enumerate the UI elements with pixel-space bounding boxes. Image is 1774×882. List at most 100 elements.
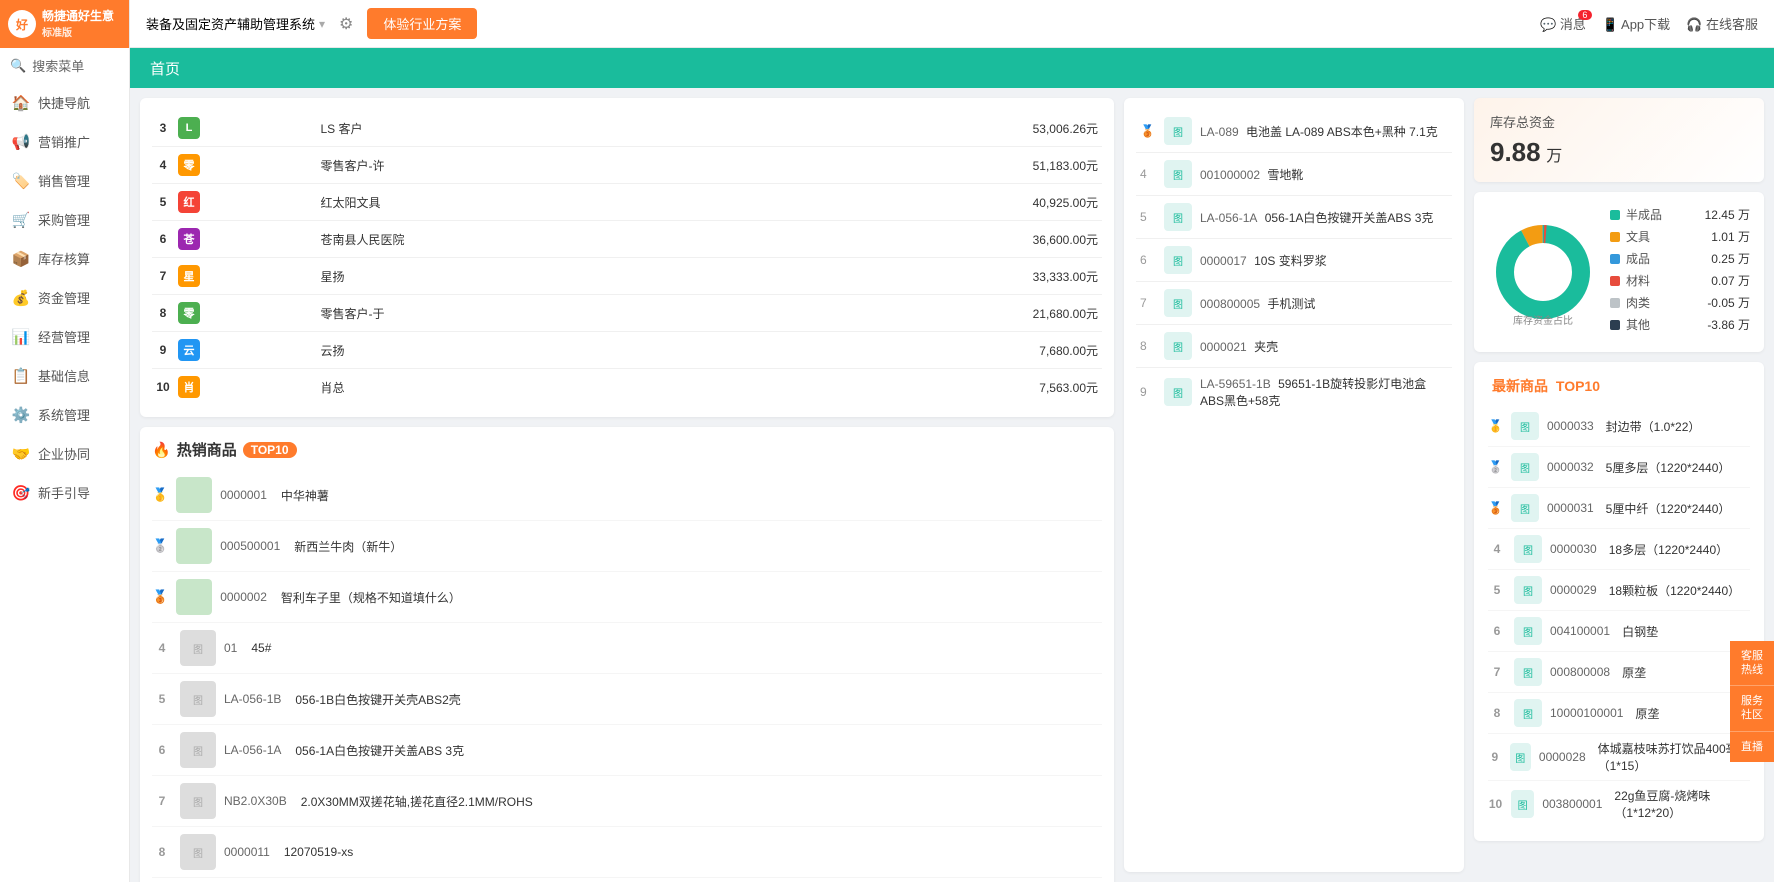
- cart-icon: 🛒: [12, 211, 30, 229]
- float-btn[interactable]: 客服 热线: [1730, 641, 1774, 687]
- product-name: 10S 变料罗浆: [1254, 254, 1327, 268]
- rank-badge: 云: [178, 339, 200, 361]
- legend-value: -3.86 万: [1707, 316, 1750, 333]
- list-item: 4 图 01 45#: [152, 623, 1102, 674]
- home-icon: 🏠: [12, 94, 30, 112]
- product-name: 电池盖 LA-089 ABS本色+黑种 7.1克: [1246, 125, 1438, 139]
- sidebar-item-corp[interactable]: 🤝 企业协同: [0, 434, 129, 473]
- sidebar: 好 畅捷通好生意 标准版 🔍 搜索菜单 🏠 快捷导航 📢 营销推广 🏷️ 销售管…: [0, 0, 130, 882]
- rank-number: 6: [152, 221, 174, 258]
- newest-products-list: 🥇 图 0000033 封边带（1.0*22） 🥈 图 0000032 5厘多层…: [1488, 406, 1750, 827]
- customer-amount: 36,600.00元: [753, 221, 1102, 258]
- rank-badge: 肖: [178, 376, 200, 398]
- product-image-placeholder: 图: [180, 681, 216, 717]
- product-name: 5厘中纤（1220*2440）: [1606, 500, 1731, 517]
- search-menu[interactable]: 🔍 搜索菜单: [0, 48, 129, 83]
- rank-badge: 零: [178, 302, 200, 324]
- page-header: 首页: [130, 48, 1774, 88]
- product-name: 原垄: [1635, 705, 1659, 722]
- table-row: 4 零 零售客户-许 51,183.00元: [152, 147, 1102, 184]
- system-select[interactable]: 装备及固定资产辅助管理系统 ▾: [146, 14, 325, 33]
- product-code: NB2.0X30B: [224, 794, 287, 808]
- sidebar-item-purchase[interactable]: 🛒 采购管理: [0, 200, 129, 239]
- float-btn[interactable]: 直播: [1730, 732, 1774, 762]
- sidebar-item-operation[interactable]: 📊 经营管理: [0, 317, 129, 356]
- sidebar-item-inventory[interactable]: 📦 库存核算: [0, 239, 129, 278]
- sidebar-item-finance[interactable]: 💰 资金管理: [0, 278, 129, 317]
- phone-icon: 📱: [1602, 17, 1618, 32]
- customer-name: 红太阳文具: [316, 184, 753, 221]
- product-code: LA-089: [1200, 125, 1239, 139]
- customer-name: 肖总: [316, 369, 753, 406]
- newest-products-title: 最新商品 TOP10: [1488, 376, 1750, 396]
- list-item: 9 图 0000028 体城嘉枝味苏打饮品400毫升（1*15）: [1488, 734, 1750, 781]
- logo-icon: 好: [8, 10, 36, 38]
- legend-color-dot: [1610, 254, 1620, 264]
- product-image-placeholder: 图: [1510, 743, 1531, 771]
- sidebar-item-sales[interactable]: 🏷️ 销售管理: [0, 161, 129, 200]
- legend-value: -0.05 万: [1707, 294, 1750, 311]
- table-row: 7 图 000800005 手机测试: [1136, 282, 1452, 325]
- search-menu-label: 搜索菜单: [32, 56, 84, 75]
- product-name: 手机测试: [1267, 297, 1315, 311]
- rank-number: 4: [1488, 542, 1506, 556]
- legend-item: 半成品 12.45 万: [1610, 206, 1750, 223]
- sidebar-item-label: 经营管理: [38, 327, 90, 346]
- list-item: 7 图 NB2.0X30B 2.0X30MM双搓花轴,搓花直径2.1MM/ROH…: [152, 776, 1102, 827]
- gear-icon[interactable]: ⚙: [339, 14, 353, 34]
- rank-badge-cell: 苍: [174, 221, 316, 258]
- product-code: 0000021: [1200, 340, 1247, 354]
- product-image-placeholder: 图: [1514, 576, 1542, 604]
- table-row: 3 L LS 客户 53,006.26元: [152, 110, 1102, 147]
- product-image-placeholder: 图: [1514, 699, 1542, 727]
- trial-btn[interactable]: 体验行业方案: [367, 8, 477, 39]
- megaphone-icon: 📢: [12, 133, 30, 151]
- sidebar-item-guide[interactable]: 🎯 新手引导: [0, 473, 129, 512]
- product-name: 5厘多层（1220*2440）: [1606, 459, 1731, 476]
- table-row: 9 云 云扬 7,680.00元: [152, 332, 1102, 369]
- table-row: 9 图 LA-59651-1B 59651-1B旋转投影灯电池盒ABS黑色+58…: [1136, 368, 1452, 417]
- rank-number: 6: [1488, 624, 1506, 638]
- table-row: 🥉 图 LA-089 电池盖 LA-089 ABS本色+黑种 7.1克: [1136, 110, 1452, 153]
- sidebar-item-label: 系统管理: [38, 405, 90, 424]
- legend-color-dot: [1610, 232, 1620, 242]
- legend-color-dot: [1610, 298, 1620, 308]
- sidebar-item-label: 营销推广: [38, 132, 90, 151]
- donut-container: 库存资金占比 半成品 12.45 万 文具 1.01 万 成品 0.25 万 材…: [1488, 206, 1750, 338]
- message-btn[interactable]: 💬 消息 6: [1540, 14, 1586, 33]
- product-code: 0000011: [224, 845, 270, 859]
- middle-column: 🥉 图 LA-089 电池盖 LA-089 ABS本色+黑种 7.1克 4 图 …: [1124, 88, 1464, 882]
- list-item: 5 图 LA-056-1B 056-1B白色按键开关壳ABS2壳: [152, 674, 1102, 725]
- product-name: 12070519-xs: [284, 845, 353, 859]
- rank-badge: L: [178, 117, 200, 139]
- sidebar-item-base[interactable]: 📋 基础信息: [0, 356, 129, 395]
- legend-name: 肉类: [1626, 294, 1707, 311]
- target-icon: 🎯: [12, 484, 30, 502]
- sidebar-item-system[interactable]: ⚙️ 系统管理: [0, 395, 129, 434]
- rank-number: 9: [152, 332, 174, 369]
- customer-name: 星扬: [316, 258, 753, 295]
- rank-number: 8: [1488, 706, 1506, 720]
- float-btn[interactable]: 服务 社区: [1730, 686, 1774, 732]
- logo-sub: 标准版: [42, 24, 114, 39]
- list-item: 5 图 0000029 18颗粒板（1220*2440）: [1488, 570, 1750, 611]
- product-image-placeholder: 图: [1514, 617, 1542, 645]
- app-download-btn[interactable]: 📱 App下载: [1602, 14, 1670, 33]
- product-code: 000500001: [220, 539, 280, 553]
- sidebar-item-quicknav[interactable]: 🏠 快捷导航: [0, 83, 129, 122]
- float-buttons: 客服 热线服务 社区直播: [1730, 641, 1774, 762]
- service-btn[interactable]: 🎧 在线客服: [1686, 14, 1758, 33]
- sidebar-item-label: 新手引导: [38, 483, 90, 502]
- product-name: 夹壳: [1254, 340, 1278, 354]
- rank-number: 9: [1488, 750, 1502, 764]
- list-item: 🥉 0000002 智利车子里（规格不知道填什么）: [152, 572, 1102, 623]
- customer-name: 苍南县人民医院: [316, 221, 753, 258]
- sidebar-item-marketing[interactable]: 📢 营销推广: [0, 122, 129, 161]
- product-name: 白钢垫: [1622, 623, 1658, 640]
- rank-number: 8: [152, 295, 174, 332]
- product-name: 体城嘉枝味苏打饮品400毫升（1*15）: [1598, 740, 1750, 774]
- rank-badge: 零: [178, 154, 200, 176]
- product-image: [176, 477, 212, 513]
- rank-number: 10: [1488, 797, 1503, 811]
- hot-products-title: 🔥 热销商品 TOP10: [152, 439, 1102, 460]
